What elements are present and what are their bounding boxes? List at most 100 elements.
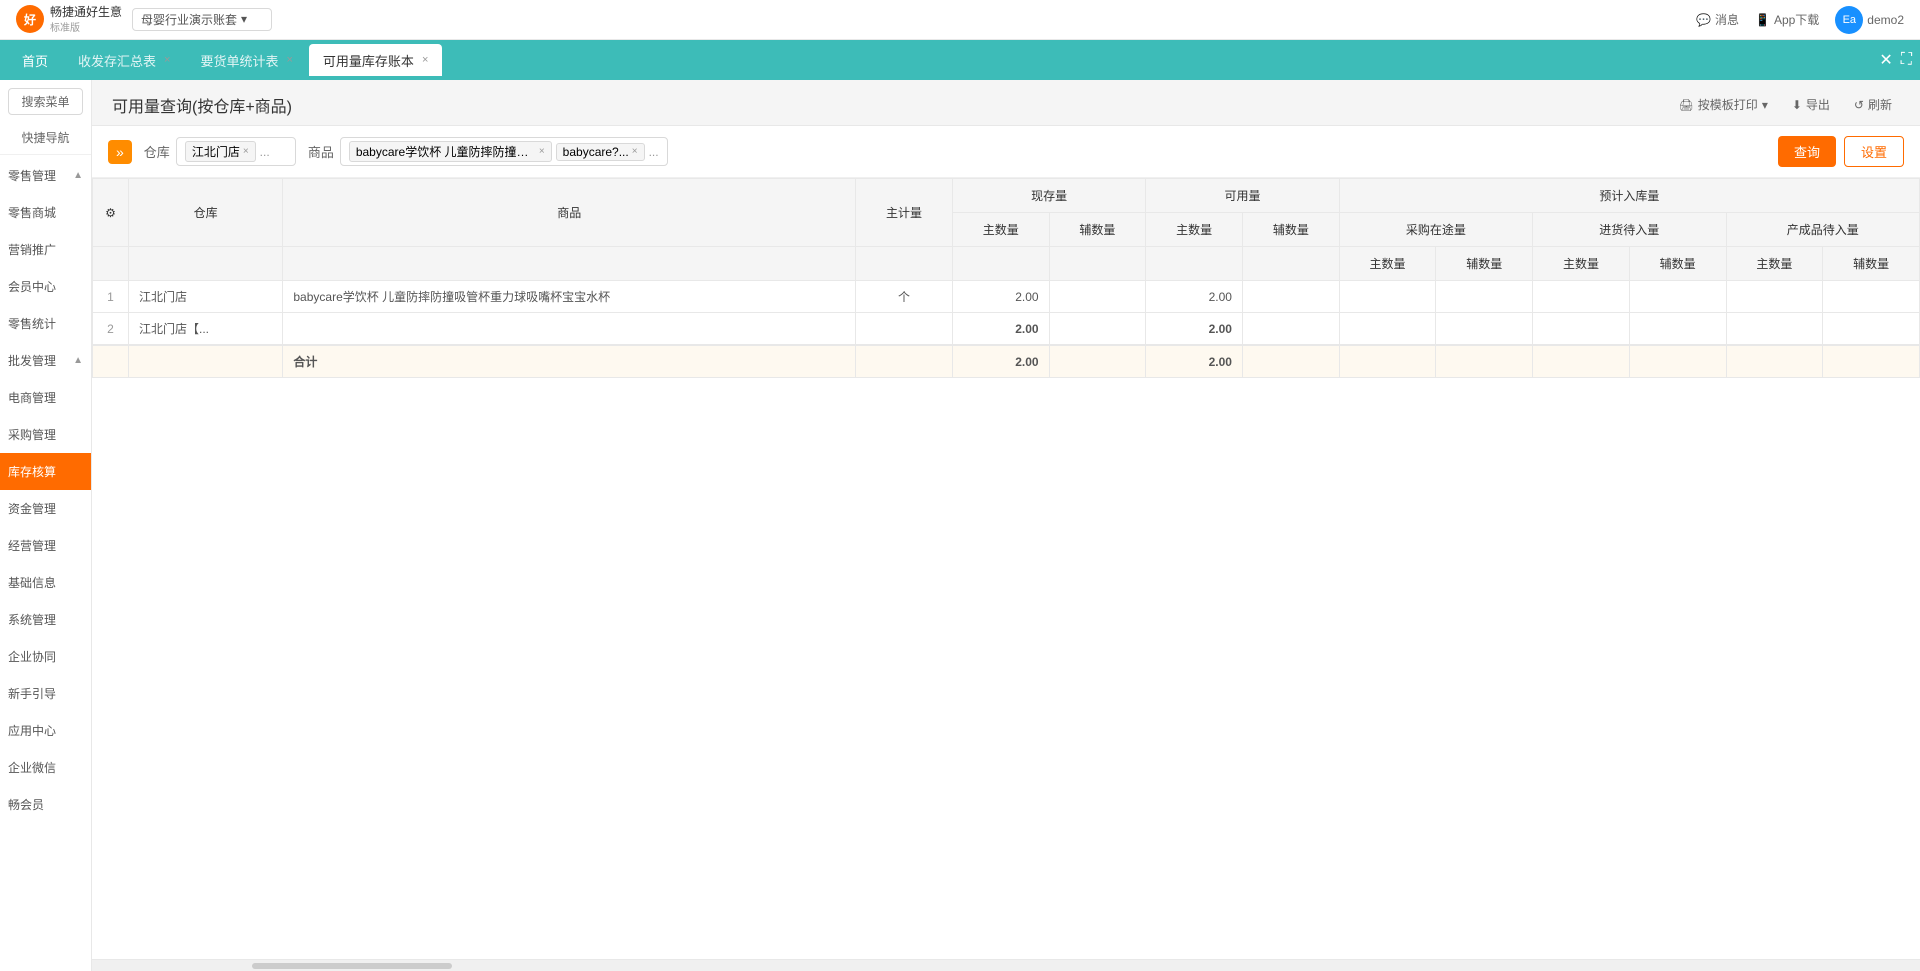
tab-order-stats[interactable]: 要货单统计表 ×: [186, 44, 306, 76]
sidebar-item-retail-mgmt[interactable]: 零售管理 ▲: [0, 157, 91, 194]
export-btn[interactable]: ⬇ 导出: [1784, 92, 1838, 117]
app-download-action[interactable]: 📱 App下载: [1755, 11, 1819, 28]
maximize-icon[interactable]: ⛶: [1901, 51, 1912, 69]
scroll-thumb[interactable]: [252, 963, 452, 969]
product-filter-input[interactable]: babycare学饮杯 儿童防摔防撞吸管杯重力球吸嘴杯宝宝水杯 × babyca…: [340, 137, 668, 166]
row-1-proc-main: [1339, 281, 1436, 313]
chevron-down-icon: ▾: [241, 12, 247, 26]
warehouse-tag-jiangbei: 江北门店 ×: [185, 141, 256, 162]
row-2-fin-main: [1726, 313, 1823, 346]
template-print-btn[interactable]: 🖨 按模板打印 ▾: [1671, 92, 1776, 117]
th-available-main: 主数量: [1146, 213, 1243, 247]
warehouse-filter-input[interactable]: 江北门店 × ...: [176, 137, 296, 166]
app-icon: 📱: [1755, 13, 1770, 27]
warehouse-more-icon[interactable]: ...: [260, 145, 270, 159]
settings-btn[interactable]: 设置: [1844, 136, 1904, 167]
sidebar-item-operations[interactable]: 经营管理: [0, 527, 91, 564]
page-header: 可用量查询(按仓库+商品) 🖨 按模板打印 ▾ ⬇ 导出 ↺ 刷新: [92, 80, 1920, 126]
th-available-aux: 辅数量: [1242, 213, 1339, 247]
tab-available-stock[interactable]: 可用量库存账本 ×: [309, 44, 442, 76]
settings-gear-icon[interactable]: ⚙: [105, 206, 116, 220]
total-inb-main: [1533, 345, 1630, 378]
tab-available-label: 可用量库存账本: [323, 51, 414, 70]
sidebar-item-member-center[interactable]: 会员中心: [0, 268, 91, 305]
sidebar-item-basic-info[interactable]: 基础信息: [0, 564, 91, 601]
total-proc-main: [1339, 345, 1436, 378]
row-1-inb-aux: [1629, 281, 1726, 313]
row-2-available-aux: [1242, 313, 1339, 346]
row-1-proc-aux: [1436, 281, 1533, 313]
tab-receivable-label: 收发存汇总表: [78, 51, 156, 70]
main-table: ⚙ 仓库 商品 主计量 现存量 可用量 预计入库量 主数量 辅数量 主数量 辅数…: [92, 178, 1920, 378]
sidebar-item-operations-label: 经营管理: [8, 537, 56, 554]
close-all-icon[interactable]: ✕: [1879, 50, 1892, 70]
row-1-current-aux: [1049, 281, 1146, 313]
sidebar-item-app-center[interactable]: 应用中心: [0, 712, 91, 749]
sidebar-item-inventory[interactable]: 库存核算: [0, 453, 91, 490]
sidebar-item-purchase[interactable]: 采购管理: [0, 416, 91, 453]
sidebar-item-wholesale[interactable]: 批发管理 ▲: [0, 342, 91, 379]
industry-select[interactable]: 母婴行业演示账套 ▾: [132, 8, 272, 31]
warehouse-tag-remove[interactable]: ×: [243, 146, 249, 157]
tab-receivable-summary[interactable]: 收发存汇总表 ×: [64, 44, 184, 76]
product-tag-remove[interactable]: ×: [539, 146, 545, 157]
search-menu-button[interactable]: 搜索菜单: [8, 88, 83, 115]
row-1-warehouse: 江北门店: [129, 281, 283, 313]
product-tag-extra-label: babycare?...: [563, 145, 629, 159]
sidebar-item-enterprise[interactable]: 企业协同: [0, 638, 91, 675]
sidebar-item-wechat-label: 企业微信: [8, 759, 56, 776]
query-btn[interactable]: 查询: [1778, 136, 1836, 167]
user-name: demo2: [1867, 13, 1904, 27]
sidebar-item-finance-label: 资金管理: [8, 500, 56, 517]
tab-order-close[interactable]: ×: [286, 54, 292, 66]
tab-home-label: 首页: [22, 51, 48, 70]
tab-available-close[interactable]: ×: [422, 54, 428, 66]
tab-receivable-close[interactable]: ×: [164, 54, 170, 66]
th-current-stock: 现存量: [952, 179, 1145, 213]
product-filter-label: 商品: [308, 142, 334, 161]
row-1-available-main: 2.00: [1146, 281, 1243, 313]
row-2-inb-aux: [1629, 313, 1726, 346]
sidebar-search-area: 搜索菜单: [0, 80, 91, 123]
top-bar-left: 好 畅捷通好生意 标准版 母婴行业演示账套 ▾: [16, 5, 272, 34]
total-empty-2: [129, 345, 283, 378]
tab-home[interactable]: 首页: [8, 44, 62, 76]
export-icon: ⬇: [1792, 98, 1802, 112]
sidebar-item-finance[interactable]: 资金管理: [0, 490, 91, 527]
export-label: 导出: [1806, 96, 1830, 113]
horizontal-scrollbar[interactable]: [92, 959, 1920, 971]
app-download-label: App下载: [1774, 11, 1819, 28]
refresh-btn[interactable]: ↺ 刷新: [1846, 92, 1900, 117]
th-settings[interactable]: ⚙: [93, 179, 129, 247]
refresh-label: 刷新: [1868, 96, 1892, 113]
sidebar-item-system[interactable]: 系统管理: [0, 601, 91, 638]
message-action[interactable]: 💬 消息: [1696, 11, 1739, 28]
sidebar-item-wechat[interactable]: 企业微信: [0, 749, 91, 786]
row-2-fin-aux: [1823, 313, 1920, 346]
th-empty-3: [283, 247, 856, 281]
total-empty-3: [856, 345, 953, 378]
sidebar-item-beginner[interactable]: 新手引导: [0, 675, 91, 712]
top-bar: 好 畅捷通好生意 标准版 母婴行业演示账套 ▾ 💬 消息 📱 App下载 Ea …: [0, 0, 1920, 40]
th-empty-5: [952, 247, 1049, 281]
product-more-icon[interactable]: ...: [649, 145, 659, 159]
user-menu[interactable]: Ea demo2: [1835, 6, 1904, 34]
sidebar-item-member[interactable]: 畅会员: [0, 786, 91, 823]
sidebar-item-enterprise-label: 企业协同: [8, 648, 56, 665]
row-1-fin-main: [1726, 281, 1823, 313]
total-current-main: 2.00: [952, 345, 1049, 378]
tab-order-label: 要货单统计表: [200, 51, 278, 70]
sidebar-item-ecommerce[interactable]: 电商管理: [0, 379, 91, 416]
product-filter-group: 商品 babycare学饮杯 儿童防摔防撞吸管杯重力球吸嘴杯宝宝水杯 × bab…: [308, 137, 668, 166]
sidebar-quick-nav[interactable]: 快捷导航: [0, 123, 91, 152]
sidebar-divider-1: [0, 154, 91, 155]
filter-expand-btn[interactable]: »: [108, 140, 132, 164]
row-1-current-main: 2.00: [952, 281, 1049, 313]
sidebar-item-marketing[interactable]: 营销推广: [0, 231, 91, 268]
sidebar-item-retail-mall[interactable]: 零售商城: [0, 194, 91, 231]
sidebar-item-retail-stats[interactable]: 零售统计: [0, 305, 91, 342]
sidebar-item-app-label: 应用中心: [8, 722, 56, 739]
print-icon: 🖨: [1679, 98, 1694, 112]
logo-sub: 标准版: [50, 19, 122, 34]
product-tag-extra-remove[interactable]: ×: [632, 146, 638, 157]
